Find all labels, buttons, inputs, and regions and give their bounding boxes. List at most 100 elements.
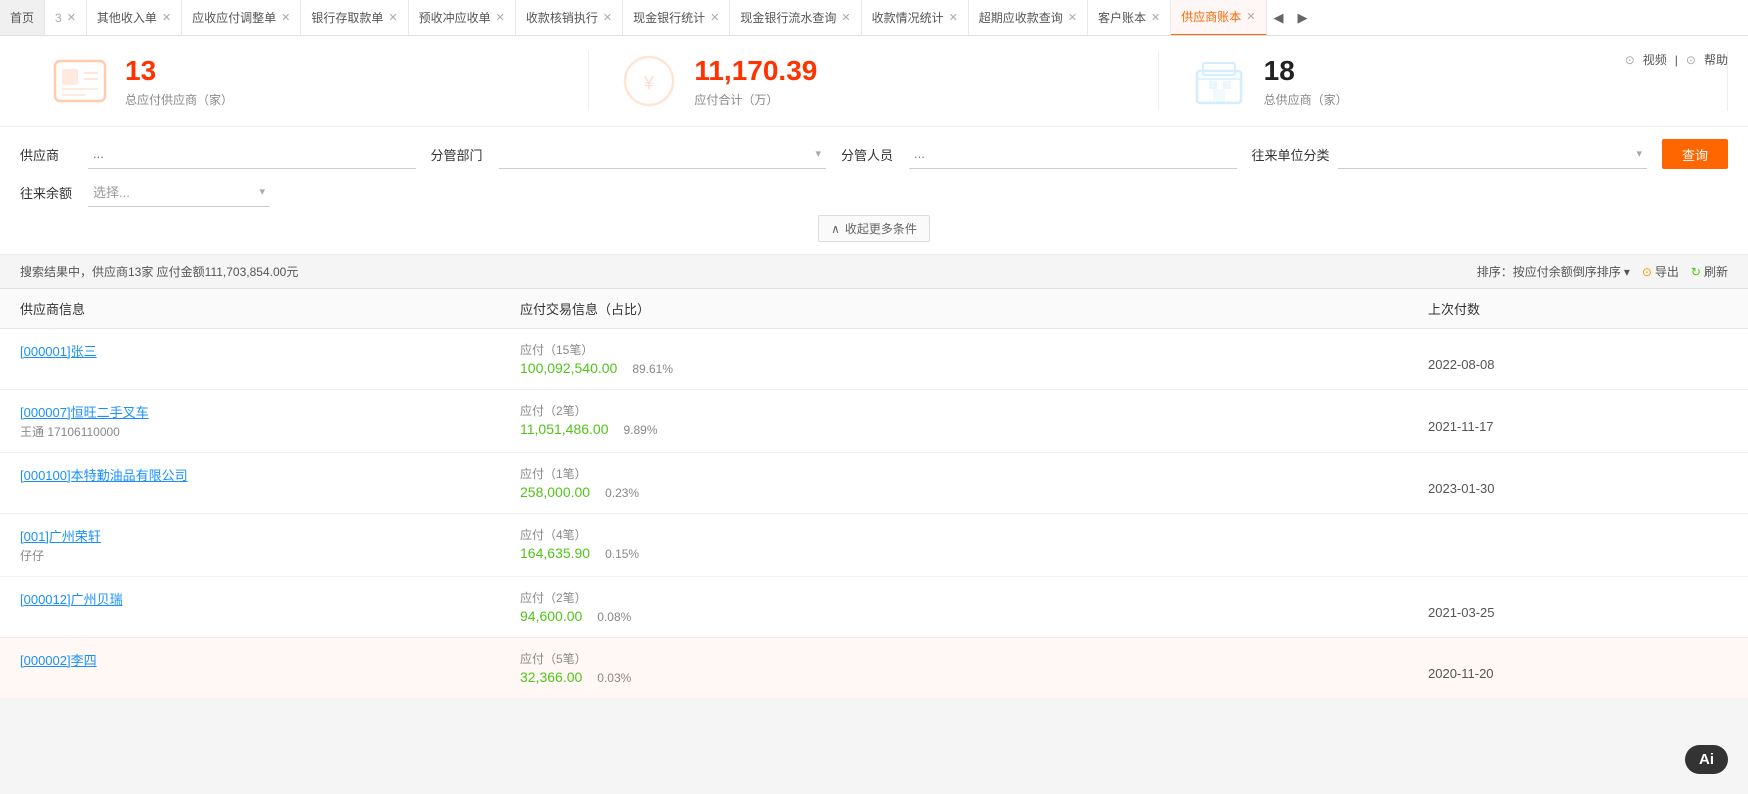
filter-supplier: 供应商	[20, 139, 416, 169]
search-button[interactable]: 查询	[1662, 139, 1728, 169]
table-row: [000007]恒旺二手叉车 王通 17106110000 应付（2笔） 11,…	[0, 390, 1748, 452]
close-icon[interactable]: ✕	[388, 11, 397, 24]
export-label: 导出	[1655, 263, 1679, 280]
dept-select[interactable]: ▾	[499, 139, 827, 169]
supplier-link-3[interactable]: [000100]本特勤油品有限公司	[20, 465, 520, 484]
nav-tab-overdue-ar[interactable]: 超期应收款查询 ✕	[969, 0, 1088, 36]
table-row-wrapper-1: [000001]张三 应付（15笔） 100,092,540.00 89.61%…	[0, 329, 1748, 390]
nav-tab-cash-flow-label: 现金银行流水查询	[740, 9, 836, 26]
trade-amount-5[interactable]: 94,600.00	[520, 608, 582, 624]
last-pay-5: 2021-03-25	[1428, 595, 1728, 620]
nav-tab-prepay-ar[interactable]: 预收冲应收单 ✕	[409, 0, 516, 36]
nav-tab-supplier-ledger-label: 供应商账本	[1181, 8, 1241, 25]
export-button[interactable]: ⊙ 导出	[1642, 263, 1679, 280]
nav-tab-customer-ledger-label: 客户账本	[1098, 9, 1146, 26]
close-icon[interactable]: ✕	[67, 11, 76, 24]
nav-tab-home-label: 首页	[10, 9, 34, 26]
refresh-button[interactable]: ↻ 刷新	[1691, 263, 1728, 280]
nav-tab-supplier-ledger[interactable]: 供应商账本 ✕	[1171, 0, 1266, 36]
filter-category: 往来单位分类 ▾	[1252, 139, 1648, 169]
nav-tab-overdue-ar-label: 超期应收款查询	[979, 9, 1063, 26]
nav-tab-receipt-stat[interactable]: 收款情况统计 ✕	[862, 0, 969, 36]
last-pay-1: 2022-08-08	[1428, 347, 1728, 372]
collapse-icon: ∧	[831, 222, 840, 236]
supplier-link-6[interactable]: [000002]李四	[20, 650, 520, 669]
trade-amount-4[interactable]: 164,635.90	[520, 545, 590, 561]
trade-amount-6[interactable]: 32,366.00	[520, 669, 582, 685]
nav-tab-bank-deposit[interactable]: 银行存取款单 ✕	[301, 0, 408, 36]
supplier-sub-2: 王通 17106110000	[20, 423, 520, 440]
trade-desc-1: 应付（15笔）	[520, 341, 1428, 358]
trade-info-3: 应付（1笔） 258,000.00 0.23%	[520, 465, 1428, 500]
svg-text:¥: ¥	[643, 73, 655, 93]
supplier-info-3: [000100]本特勤油品有限公司	[20, 465, 520, 484]
nav-tab-other-income[interactable]: 其他收入单 ✕	[87, 0, 182, 36]
help-link[interactable]: 帮助	[1704, 51, 1728, 68]
close-icon[interactable]: ✕	[1068, 11, 1077, 24]
stat-label-payable-suppliers: 总应付供应商（家）	[125, 91, 233, 108]
table-row: [000100]本特勤油品有限公司 应付（1笔） 258,000.00 0.23…	[0, 453, 1748, 513]
close-icon[interactable]: ✕	[949, 11, 958, 24]
nav-tab-receipt-exec[interactable]: 收款核销执行 ✕	[516, 0, 623, 36]
sort-label: 排序：按应付余额倒序排序	[1477, 263, 1621, 280]
nav-tab-home[interactable]: 首页	[0, 0, 45, 36]
close-icon[interactable]: ✕	[710, 11, 719, 24]
close-icon[interactable]: ✕	[162, 11, 171, 24]
nav-tab-3[interactable]: 3 ✕	[45, 0, 87, 36]
table-row: [000002]李四 应付（5笔） 32,366.00 0.03% 2020-1…	[0, 638, 1748, 698]
supplier-link-2[interactable]: [000007]恒旺二手叉车	[20, 402, 520, 421]
person-input[interactable]	[909, 139, 1237, 169]
nav-tab-receipt-stat-label: 收款情况统计	[872, 9, 944, 26]
category-select[interactable]: ▾	[1338, 139, 1647, 169]
close-icon[interactable]: ✕	[281, 11, 290, 24]
trade-percent-6: 0.03%	[597, 671, 631, 685]
dept-label: 分管部门	[431, 145, 491, 164]
balance-select[interactable]: 选择... ▾	[88, 177, 270, 207]
trade-percent-5: 0.08%	[597, 610, 631, 624]
nav-tab-cash-bank-stat[interactable]: 现金银行统计 ✕	[623, 0, 730, 36]
table-row-wrapper-4: [001]广州荣轩 仔仔 应付（4笔） 164,635.90 0.15%	[0, 514, 1748, 577]
top-right-links: ⊙ 视频 | ⊙ 帮助	[1625, 51, 1728, 68]
chevron-down-icon: ▾	[815, 147, 821, 160]
stat-card-total-payable: ¥ 11,170.39 应付合计（万）	[589, 51, 1158, 111]
supplier-link-1[interactable]: [000001]张三	[20, 341, 520, 360]
balance-label: 往来余额	[20, 183, 80, 202]
results-summary: 搜索结果中，供应商13家 应付金额111,703,854.00元	[20, 263, 298, 280]
trade-amount-1[interactable]: 100,092,540.00	[520, 360, 617, 376]
collapse-button[interactable]: ∧ 收起更多条件	[818, 215, 930, 242]
circle-icon: ⊙	[1625, 53, 1635, 67]
filter-person: 分管人员	[841, 139, 1237, 169]
video-link[interactable]: 视频	[1643, 51, 1667, 68]
filter-row-2: 往来余额 选择... ▾	[20, 177, 1728, 207]
trade-amount-2[interactable]: 11,051,486.00	[520, 421, 609, 437]
close-icon[interactable]: ✕	[496, 11, 505, 24]
close-icon[interactable]: ✕	[1151, 11, 1160, 24]
trade-desc-3: 应付（1笔）	[520, 465, 1428, 482]
col-header-lastpay: 上次付数	[1428, 299, 1728, 318]
nav-tab-cash-bank-stat-label: 现金银行统计	[633, 9, 705, 26]
trade-percent-4: 0.15%	[605, 547, 639, 561]
nav-tab-3-label: 3	[55, 11, 62, 25]
close-icon[interactable]: ✕	[841, 11, 850, 24]
supplier-link-5[interactable]: [000012]广州贝瑞	[20, 589, 520, 608]
close-icon[interactable]: ✕	[603, 11, 612, 24]
supplier-input[interactable]	[88, 139, 416, 169]
nav-tab-ar-ap-adjust[interactable]: 应收应付调整单 ✕	[182, 0, 301, 36]
ai-badge[interactable]: Ai	[1685, 745, 1728, 774]
trade-amount-3[interactable]: 258,000.00	[520, 484, 590, 500]
nav-tab-cash-flow[interactable]: 现金银行流水查询 ✕	[730, 0, 861, 36]
trade-desc-6: 应付（5笔）	[520, 650, 1428, 667]
sort-button[interactable]: 排序：按应付余额倒序排序 ▾	[1477, 263, 1630, 280]
payable-amount-icon: ¥	[619, 51, 679, 111]
sort-icon: ▾	[1624, 265, 1630, 279]
supplier-link-4[interactable]: [001]广州荣轩	[20, 526, 520, 545]
nav-left-arrow[interactable]: ◀	[1267, 0, 1291, 36]
table-row-wrapper-5: [000012]广州贝瑞 应付（2笔） 94,600.00 0.08% 2021…	[0, 577, 1748, 638]
trade-row-3: 258,000.00 0.23%	[520, 484, 1428, 500]
trade-row-1: 100,092,540.00 89.61%	[520, 360, 1428, 376]
close-icon[interactable]: ✕	[1246, 10, 1255, 23]
nav-right-arrow[interactable]: ▶	[1291, 0, 1315, 36]
table-row-wrapper-2: [000007]恒旺二手叉车 王通 17106110000 应付（2笔） 11,…	[0, 390, 1748, 453]
nav-tab-customer-ledger[interactable]: 客户账本 ✕	[1088, 0, 1171, 36]
filter-area: 供应商 分管部门 ▾ 分管人员 往来单位分类 ▾ 查询	[0, 127, 1748, 255]
